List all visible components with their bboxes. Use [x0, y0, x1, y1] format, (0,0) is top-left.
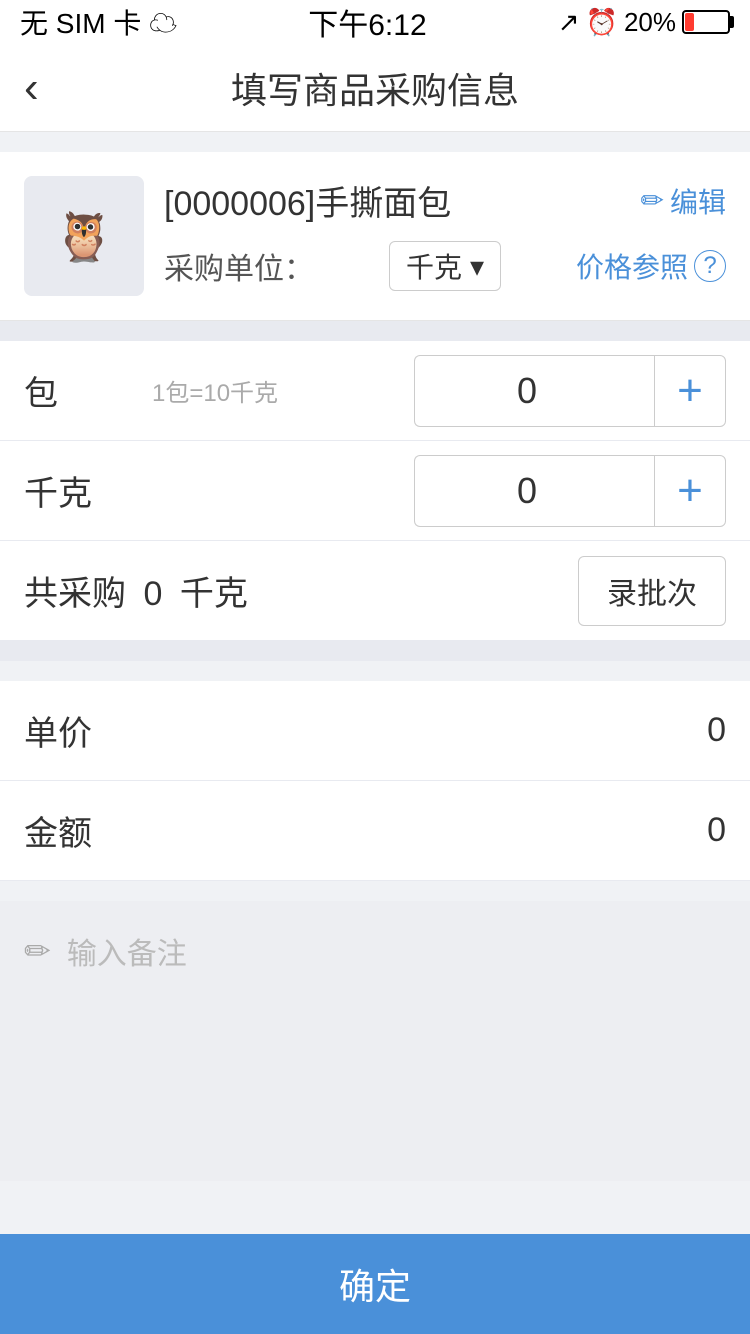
section-divider-2 — [0, 641, 750, 661]
page-title: 填写商品采购信息 — [231, 62, 519, 114]
note-placeholder: 输入备注 — [67, 929, 187, 973]
back-button[interactable]: ‹ — [24, 66, 39, 110]
kg-label: 千克 — [24, 466, 144, 515]
unit-price-row: 单价 0 — [0, 681, 750, 781]
summary-row: 共采购 0 千克 录批次 — [0, 541, 750, 641]
battery-icon — [682, 10, 730, 34]
pencil-icon: ✏ — [24, 932, 51, 970]
input-section: 包 1包=10千克 + 千克 + 共采购 0 千克 录批次 — [0, 341, 750, 641]
unit-select[interactable]: 千克 ▾ — [389, 241, 501, 291]
unit-price-label: 单价 — [24, 706, 92, 755]
chevron-down-icon: ▾ — [470, 250, 484, 283]
unit-label: 采购单位： — [164, 244, 314, 288]
product-thumbnail: 🦉 — [24, 176, 144, 296]
amount-row: 金额 0 — [0, 781, 750, 881]
status-time: 下午6:12 — [308, 0, 426, 44]
confirm-label: 确定 — [339, 1258, 411, 1310]
kg-input-row: 千克 + — [0, 441, 750, 541]
alarm-icon: ⏰ — [586, 7, 618, 38]
kg-input-right: + — [414, 455, 726, 527]
kg-quantity-input[interactable] — [414, 455, 654, 527]
amount-value: 0 — [707, 811, 726, 850]
status-right: ↗ ⏰ 20% — [558, 7, 730, 38]
edit-icon: ✏ — [641, 184, 664, 217]
bag-sublabel: 1包=10千克 — [152, 373, 278, 408]
product-info: [0000006]手撕面包 ✏ 编辑 采购单位： 千克 ▾ 价格参照 ? — [164, 176, 726, 291]
price-ref-button[interactable]: 价格参照 ? — [576, 246, 726, 286]
section-divider-1 — [0, 321, 750, 341]
product-name-row: [0000006]手撕面包 ✏ 编辑 — [164, 176, 726, 225]
note-section[interactable]: ✏ 输入备注 — [0, 901, 750, 1001]
summary-unit: 千克 — [180, 575, 248, 613]
unit-row: 采购单位： 千克 ▾ 价格参照 ? — [164, 241, 726, 291]
unit-value: 千克 — [406, 246, 462, 286]
bag-label: 包 — [24, 366, 144, 415]
sim-label: 无 SIM 卡 ☁ — [20, 2, 177, 42]
bag-quantity-input[interactable] — [414, 355, 654, 427]
summary-text: 共采购 0 千克 — [24, 566, 248, 615]
edit-button[interactable]: ✏ 编辑 — [641, 181, 726, 221]
record-batch-button[interactable]: 录批次 — [578, 556, 726, 626]
confirm-button[interactable]: 确定 — [0, 1234, 750, 1334]
product-card: 🦉 [0000006]手撕面包 ✏ 编辑 采购单位： 千克 ▾ 价格参照 ? — [0, 152, 750, 321]
product-name: [0000006]手撕面包 — [164, 176, 451, 225]
unit-price-value: 0 — [707, 711, 726, 750]
content-bottom — [0, 1001, 750, 1181]
bag-input-row: 包 1包=10千克 + — [0, 341, 750, 441]
bag-input-right: + — [414, 355, 726, 427]
summary-label: 共采购 — [24, 575, 126, 613]
help-icon: ? — [694, 250, 726, 282]
location-icon: ↗ — [558, 7, 580, 38]
battery-percent: 20% — [624, 7, 676, 38]
price-ref-label: 价格参照 — [576, 246, 688, 286]
edit-label: 编辑 — [670, 181, 726, 221]
amount-label: 金额 — [24, 806, 92, 855]
price-section: 单价 0 金额 0 — [0, 681, 750, 881]
bag-plus-button[interactable]: + — [654, 355, 726, 427]
nav-bar: ‹ 填写商品采购信息 — [0, 44, 750, 132]
summary-amount: 0 — [143, 575, 162, 613]
status-bar: 无 SIM 卡 ☁ 下午6:12 ↗ ⏰ 20% — [0, 0, 750, 44]
product-owl-logo: 🦉 — [54, 208, 114, 265]
status-left: 无 SIM 卡 ☁ — [20, 2, 177, 42]
kg-plus-button[interactable]: + — [654, 455, 726, 527]
